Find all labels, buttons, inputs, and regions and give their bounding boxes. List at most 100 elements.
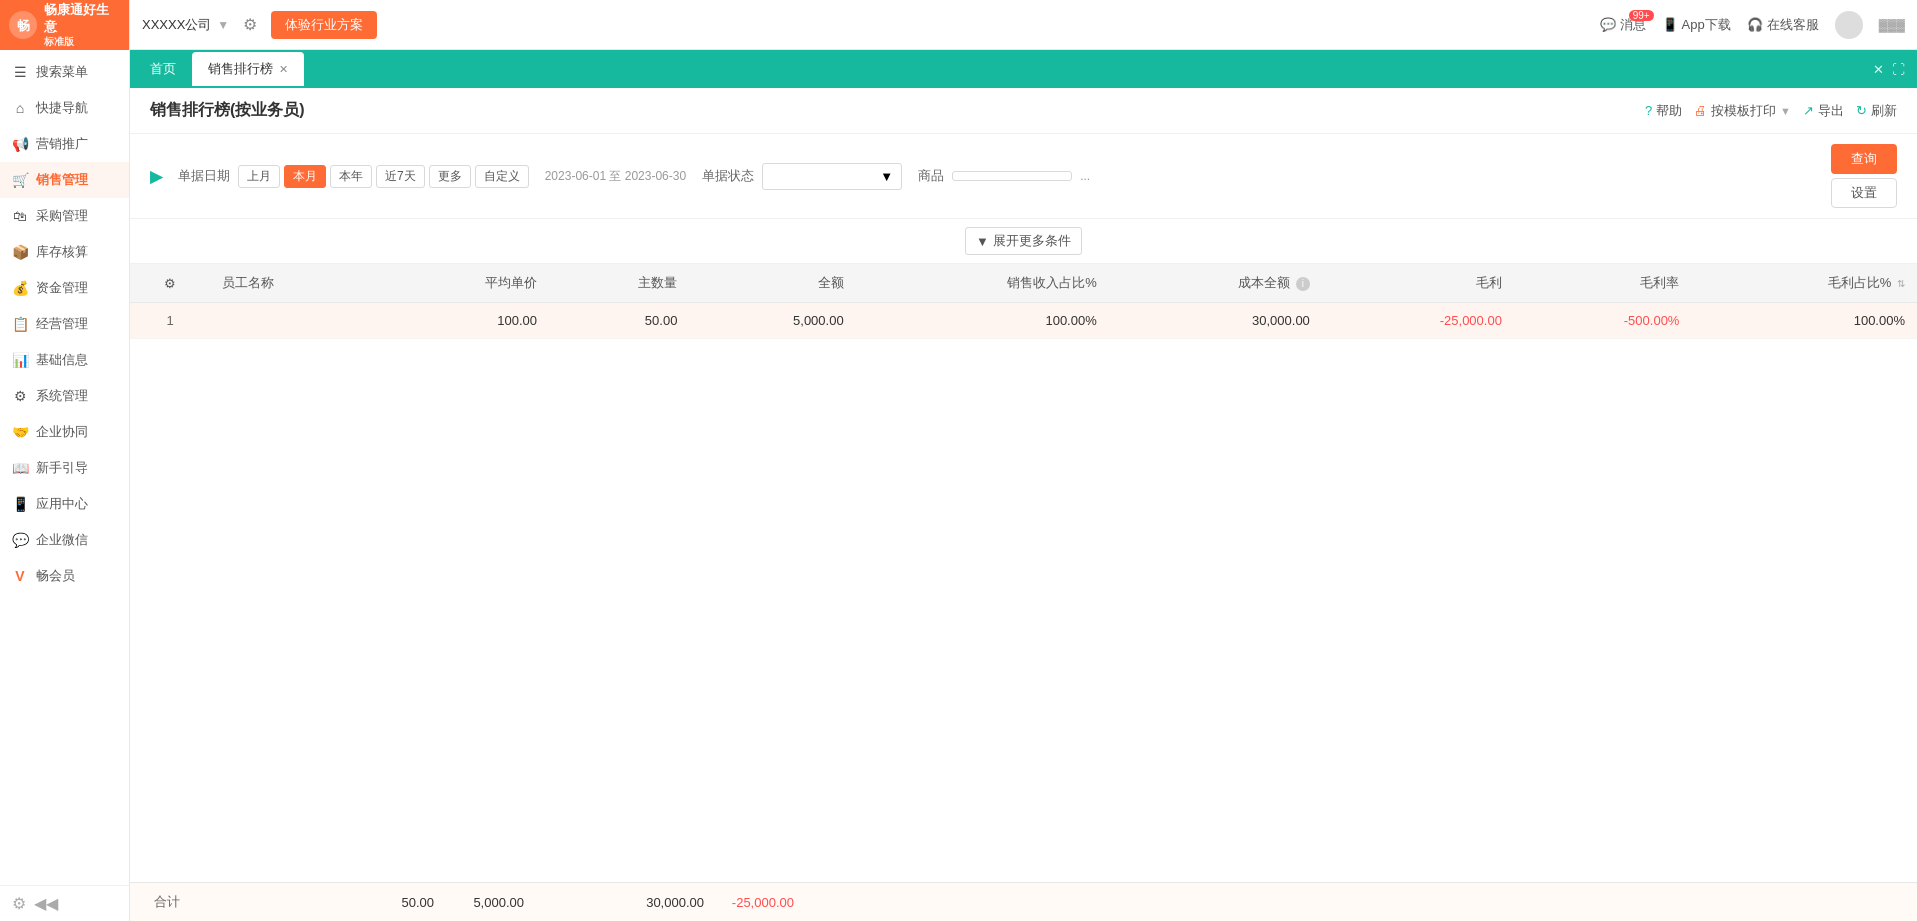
app-icon: 📱 <box>12 496 28 512</box>
footer-cost: 30,000.00 <box>626 895 716 910</box>
table-container: ⚙ 员工名称 平均单价 主数量 全额 销售收入占比% 成本全额 i 毛利 毛利率 <box>130 264 1917 882</box>
sidebar-item-wechat[interactable]: 💬 企业微信 <box>0 522 129 558</box>
sidebar-item-sales[interactable]: 🛒 销售管理 <box>0 162 129 198</box>
settings-footer-icon[interactable]: ⚙ <box>12 894 26 913</box>
sidebar-item-enterprise-label: 企业协同 <box>36 423 88 441</box>
sidebar-item-guide[interactable]: 📖 新手引导 <box>0 450 129 486</box>
expand-chevron-icon: ▼ <box>976 234 989 249</box>
export-button[interactable]: ↗ 导出 <box>1803 102 1844 120</box>
sidebar-item-basic[interactable]: 📊 基础信息 <box>0 342 129 378</box>
sidebar-item-app[interactable]: 📱 应用中心 <box>0 486 129 522</box>
date-btn-this-year[interactable]: 本年 <box>330 165 372 188</box>
system-icon: ⚙ <box>12 388 28 404</box>
sidebar-item-purchase-label: 采购管理 <box>36 207 88 225</box>
topbar: XXXXX公司 ▼ ⚙ 体验行业方案 💬 消息 99+ 📱 App下载 🎧 在线… <box>130 0 1917 50</box>
logo-name: 畅康通好生意 <box>44 2 121 36</box>
table-row: 1 100.00 50.00 5,000.00 100.00% 30,000.0… <box>130 303 1917 339</box>
sidebar-item-management[interactable]: 📋 经营管理 <box>0 306 129 342</box>
user-name: ▓▓▓ <box>1879 18 1905 32</box>
sidebar-item-finance[interactable]: 💰 资金管理 <box>0 270 129 306</box>
main-area: XXXXX公司 ▼ ⚙ 体验行业方案 💬 消息 99+ 📱 App下载 🎧 在线… <box>130 0 1917 921</box>
sidebar-item-sales-label: 销售管理 <box>36 171 88 189</box>
status-filter-label: 单据状态 <box>702 167 754 185</box>
marketing-icon: 📢 <box>12 136 28 152</box>
logo: 畅 畅康通好生意 标准版 <box>0 0 129 50</box>
tabbar: 首页 销售排行榜 ✕ ✕ ⛶ <box>130 50 1917 88</box>
export-label: 导出 <box>1818 102 1844 120</box>
sidebar-item-member[interactable]: V 畅会员 <box>0 558 129 594</box>
status-select-value <box>771 168 855 185</box>
date-filter-label: 单据日期 <box>178 167 230 185</box>
cell-avg-price: 100.00 <box>380 303 549 339</box>
sidebar-item-inventory[interactable]: 📦 库存核算 <box>0 234 129 270</box>
status-select[interactable]: ▼ <box>762 163 902 190</box>
page-actions: ? 帮助 🖨 按模板打印 ▼ ↗ 导出 ↻ 刷新 <box>1645 102 1897 120</box>
sidebar-item-system-label: 系统管理 <box>36 387 88 405</box>
topbar-settings-icon[interactable]: ⚙ <box>243 15 257 34</box>
sidebar-item-basic-label: 基础信息 <box>36 351 88 369</box>
sidebar: 畅 畅康通好生意 标准版 ☰ 搜索菜单 ⌂ 快捷导航 📢 营销推广 🛒 销售管理… <box>0 0 130 921</box>
app-download-item[interactable]: 📱 App下载 <box>1662 16 1731 34</box>
tab-close-icon[interactable]: ✕ <box>279 63 288 76</box>
headset-icon: 🎧 <box>1747 17 1763 32</box>
guide-icon: 📖 <box>12 460 28 476</box>
goods-input[interactable] <box>952 171 1072 181</box>
help-icon: ? <box>1645 103 1652 118</box>
query-button[interactable]: 查询 <box>1831 144 1897 174</box>
cell-gross: -25,000.00 <box>1322 303 1514 339</box>
col-settings[interactable]: ⚙ <box>130 264 210 303</box>
online-service-item[interactable]: 🎧 在线客服 <box>1747 16 1819 34</box>
sidebar-item-purchase[interactable]: 🛍 采购管理 <box>0 198 129 234</box>
export-icon: ↗ <box>1803 103 1814 118</box>
sidebar-item-marketing[interactable]: 📢 营销推广 <box>0 126 129 162</box>
status-select-arrow: ▼ <box>880 169 893 184</box>
trial-button[interactable]: 体验行业方案 <box>271 11 377 39</box>
expand-conditions-button[interactable]: ▼ 展开更多条件 <box>965 227 1082 255</box>
footer-label: 合计 <box>142 893 342 911</box>
expand-label: 展开更多条件 <box>993 232 1071 250</box>
basic-icon: 📊 <box>12 352 28 368</box>
col-name: 员工名称 <box>210 264 379 303</box>
filter-toggle-icon[interactable]: ▶ <box>150 167 162 186</box>
date-btn-last-month[interactable]: 上月 <box>238 165 280 188</box>
sidebar-item-inventory-label: 库存核算 <box>36 243 88 261</box>
settings-filter-button[interactable]: 设置 <box>1831 178 1897 208</box>
refresh-button[interactable]: ↻ 刷新 <box>1856 102 1897 120</box>
sidebar-item-quick-nav[interactable]: ⌂ 快捷导航 <box>0 90 129 126</box>
cell-gross-rate: -500.00% <box>1514 303 1692 339</box>
collapse-icon[interactable]: ◀◀ <box>34 894 58 913</box>
tab-sales-rank[interactable]: 销售排行榜 ✕ <box>192 52 304 86</box>
more-filter-link[interactable]: ... <box>1080 169 1090 183</box>
message-item[interactable]: 💬 消息 99+ <box>1600 16 1646 34</box>
logo-icon: 畅 <box>8 10 38 40</box>
tab-close-all-icon[interactable]: ✕ <box>1873 62 1884 77</box>
avatar[interactable] <box>1835 11 1863 39</box>
sidebar-item-wechat-label: 企业微信 <box>36 531 88 549</box>
date-btn-7days[interactable]: 近7天 <box>376 165 425 188</box>
sidebar-item-system[interactable]: ⚙ 系统管理 <box>0 378 129 414</box>
enterprise-icon: 🤝 <box>12 424 28 440</box>
sidebar-item-enterprise[interactable]: 🤝 企业协同 <box>0 414 129 450</box>
print-button[interactable]: 🖨 按模板打印 ▼ <box>1694 102 1791 120</box>
date-btn-this-month[interactable]: 本月 <box>284 165 326 188</box>
footer-gross: -25,000.00 <box>716 895 806 910</box>
help-button[interactable]: ? 帮助 <box>1645 102 1682 120</box>
tab-restore-icon[interactable]: ⛶ <box>1892 62 1905 77</box>
tab-home[interactable]: 首页 <box>134 52 192 86</box>
date-btn-custom[interactable]: 自定义 <box>475 165 529 188</box>
expand-filter-row: ▼ 展开更多条件 <box>130 219 1917 264</box>
sidebar-item-search[interactable]: ☰ 搜索菜单 <box>0 54 129 90</box>
cost-info-icon[interactable]: i <box>1296 277 1310 291</box>
cell-sales-pct: 100.00% <box>856 303 1109 339</box>
sidebar-item-management-label: 经营管理 <box>36 315 88 333</box>
gross-pct-sort-icon[interactable]: ⇅ <box>1897 278 1905 289</box>
refresh-label: 刷新 <box>1871 102 1897 120</box>
cell-name <box>210 303 379 339</box>
company-selector[interactable]: XXXXX公司 ▼ <box>142 16 229 34</box>
goods-filter-label: 商品 <box>918 167 944 185</box>
table-footer: 合计 50.00 5,000.00 30,000.00 -25,000.00 <box>130 882 1917 921</box>
message-icon: 💬 <box>1600 17 1616 32</box>
date-btn-more[interactable]: 更多 <box>429 165 471 188</box>
sidebar-item-quick-nav-label: 快捷导航 <box>36 99 88 117</box>
col-avg-price: 平均单价 <box>380 264 549 303</box>
